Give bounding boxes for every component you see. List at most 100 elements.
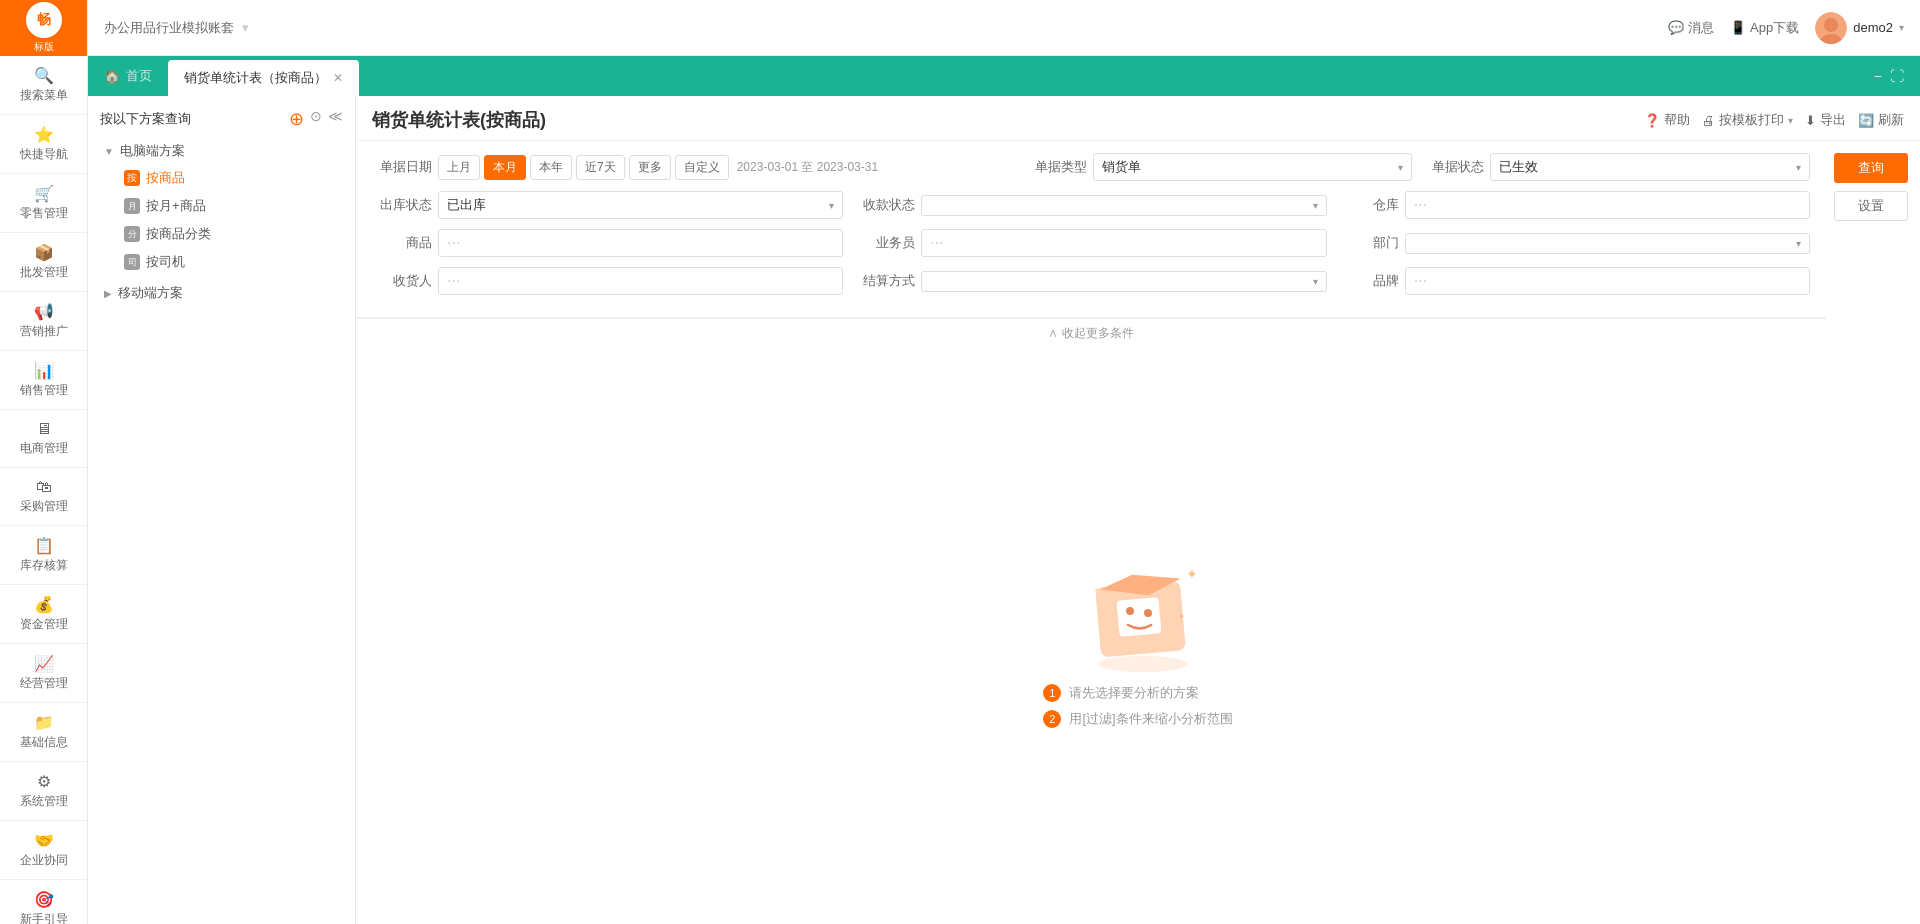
empty-tip-1: 1 请先选择要分析的方案 (1043, 684, 1232, 702)
filter-by-cashier[interactable]: 司 按司机 (116, 248, 347, 276)
product-input[interactable]: ··· (438, 229, 843, 257)
star-icon: ⭐ (34, 125, 54, 144)
query-button[interactable]: 查询 (1834, 153, 1908, 183)
download-icon: 📱 (1730, 20, 1746, 35)
sidebar-item-label: 零售管理 (20, 205, 68, 222)
form-item-product: 商品 ··· (372, 229, 843, 257)
tab-home[interactable]: 🏠 首页 (88, 56, 168, 96)
form-item-brand: 品牌 ··· (1339, 267, 1810, 295)
doc-type-select[interactable]: 销货单 ▾ (1093, 153, 1413, 181)
form-row-3: 商品 ··· 业务员 ··· (372, 229, 1810, 257)
payment-status-arrow: ▾ (1313, 200, 1318, 211)
doc-status-select[interactable]: 已生效 ▾ (1490, 153, 1810, 181)
date-btn-current-year[interactable]: 本年 (530, 155, 572, 180)
doc-type-value: 销货单 (1102, 158, 1399, 176)
sidebar-item-label: 基础信息 (20, 734, 68, 751)
refresh-icon: 🔄 (1858, 113, 1874, 128)
sidebar-item-retail[interactable]: 🛒 零售管理 (0, 174, 87, 233)
app-download-button[interactable]: 📱 App下载 (1730, 19, 1799, 37)
filter-by-category[interactable]: 分 按商品分类 (116, 220, 347, 248)
tab-stats[interactable]: 销货单统计表（按商品） ✕ (168, 60, 359, 96)
breadcrumb-arrow: ▾ (242, 20, 249, 35)
warehouse-label: 仓库 (1339, 196, 1399, 214)
payment-status-select[interactable]: ▾ (921, 195, 1326, 216)
tab-bar: 🏠 首页 销货单统计表（按商品） ✕ − ⛶ (88, 56, 1920, 96)
sidebar-item-purchase[interactable]: 🛍 采购管理 (0, 468, 87, 526)
tab-home-label: 首页 (126, 67, 152, 85)
payment-method-label: 结算方式 (855, 272, 915, 290)
sidebar-item-label: 销售管理 (20, 382, 68, 399)
sidebar-item-quick-nav[interactable]: ⭐ 快捷导航 (0, 115, 87, 174)
date-btn-more[interactable]: 更多 (629, 155, 671, 180)
collapse-bar[interactable]: ∧ 收起更多条件 (356, 318, 1826, 348)
svg-point-3 (1098, 656, 1188, 672)
form-item-recipient: 收货人 ··· (372, 267, 843, 295)
query-form: 单据日期 上月 本月 本年 近7天 更多 自定义 (356, 141, 1826, 318)
settings-button[interactable]: 设置 (1834, 191, 1908, 221)
filter-by-product[interactable]: 按 按商品 (116, 164, 347, 192)
help-label: 帮助 (1664, 111, 1690, 129)
svg-point-1 (1824, 18, 1838, 32)
filter-by-month-product[interactable]: 月 按月+商品 (116, 192, 347, 220)
filter-settings-icon[interactable]: ⊙ (310, 108, 322, 130)
tab-close-icon[interactable]: ✕ (333, 71, 343, 85)
refresh-button[interactable]: 🔄 刷新 (1858, 111, 1904, 129)
sidebar-item-inventory[interactable]: 📋 库存核算 (0, 526, 87, 585)
logo-icon: 畅 (26, 2, 62, 38)
sidebar-item-marketing[interactable]: 📢 营销推广 (0, 292, 87, 351)
system-icon: ⚙ (37, 772, 51, 791)
date-btn-custom[interactable]: 自定义 (675, 155, 729, 180)
form-item-doc-status: 单据状态 已生效 ▾ (1424, 153, 1810, 181)
sidebar-item-guide[interactable]: 🎯 新手引导 (0, 880, 87, 924)
form-item-warehouse-status: 出库状态 已出库 ▾ (372, 191, 843, 219)
desktop-scheme-children: 按 按商品 月 按月+商品 分 按商品分类 司 (96, 164, 347, 276)
export-button[interactable]: ⬇ 导出 (1805, 111, 1846, 129)
by-month-product-label: 按月+商品 (146, 197, 206, 215)
payment-method-select[interactable]: ▾ (921, 271, 1326, 292)
print-button[interactable]: 🖨 按模板打印 ▾ (1702, 111, 1793, 129)
help-button[interactable]: ❓ 帮助 (1644, 111, 1690, 129)
refresh-label: 刷新 (1878, 111, 1904, 129)
by-cashier-icon: 司 (124, 254, 140, 270)
top-header: 办公用品行业模拟账套 ▾ 💬 消息 📱 App下载 demo2 ▾ (88, 0, 1920, 56)
sidebar-item-finance[interactable]: 💰 资金管理 (0, 585, 87, 644)
tab-minimize-icon[interactable]: − (1874, 68, 1882, 84)
date-btn-7days[interactable]: 近7天 (576, 155, 625, 180)
date-btn-last-month[interactable]: 上月 (438, 155, 480, 180)
breadcrumb: 办公用品行业模拟账套 (104, 19, 234, 37)
recipient-input[interactable]: ··· (438, 267, 843, 295)
by-cashier-label: 按司机 (146, 253, 185, 271)
recipient-label: 收货人 (372, 272, 432, 290)
warehouse-status-label: 出库状态 (372, 196, 432, 214)
message-button[interactable]: 💬 消息 (1668, 19, 1714, 37)
empty-tips: 1 请先选择要分析的方案 2 用[过滤]条件来缩小分析范围 (1043, 684, 1232, 728)
salesperson-input[interactable]: ··· (921, 229, 1326, 257)
brand-dots: ··· (1414, 272, 1427, 290)
doc-status-arrow: ▾ (1796, 162, 1801, 173)
tip-num-2: 2 (1043, 710, 1061, 728)
warehouse-input[interactable]: ··· (1405, 191, 1810, 219)
right-action-group: 查询 设置 (1826, 141, 1920, 348)
department-select[interactable]: ▾ (1405, 233, 1810, 254)
app-logo[interactable]: 畅 标版 (0, 0, 87, 56)
sidebar-item-wholesale[interactable]: 📦 批发管理 (0, 233, 87, 292)
sidebar-item-sales[interactable]: 📊 销售管理 (0, 351, 87, 410)
sidebar-item-ecommerce[interactable]: 🖥 电商管理 (0, 410, 87, 468)
department-label: 部门 (1339, 234, 1399, 252)
filter-add-icon[interactable]: ⊕ (289, 108, 304, 130)
sidebar-item-operations[interactable]: 📈 经营管理 (0, 644, 87, 703)
user-menu[interactable]: demo2 ▾ (1815, 12, 1904, 44)
sidebar-item-search[interactable]: 🔍 搜索菜单 (0, 56, 87, 115)
sidebar-item-basic[interactable]: 📁 基础信息 (0, 703, 87, 762)
sidebar-item-system[interactable]: ⚙ 系统管理 (0, 762, 87, 821)
date-btn-current-month[interactable]: 本月 (484, 155, 526, 180)
warehouse-status-select[interactable]: 已出库 ▾ (438, 191, 843, 219)
sidebar-item-cooperation[interactable]: 🤝 企业协同 (0, 821, 87, 880)
tab-maximize-icon[interactable]: ⛶ (1890, 68, 1904, 84)
desktop-scheme-group[interactable]: ▼ 电脑端方案 (96, 138, 347, 164)
sidebar-item-label: 批发管理 (20, 264, 68, 281)
tip-text-1: 请先选择要分析的方案 (1069, 684, 1199, 702)
brand-input[interactable]: ··· (1405, 267, 1810, 295)
mobile-scheme-group[interactable]: ▶ 移动端方案 (96, 280, 347, 306)
filter-collapse-icon[interactable]: ≪ (328, 108, 343, 130)
